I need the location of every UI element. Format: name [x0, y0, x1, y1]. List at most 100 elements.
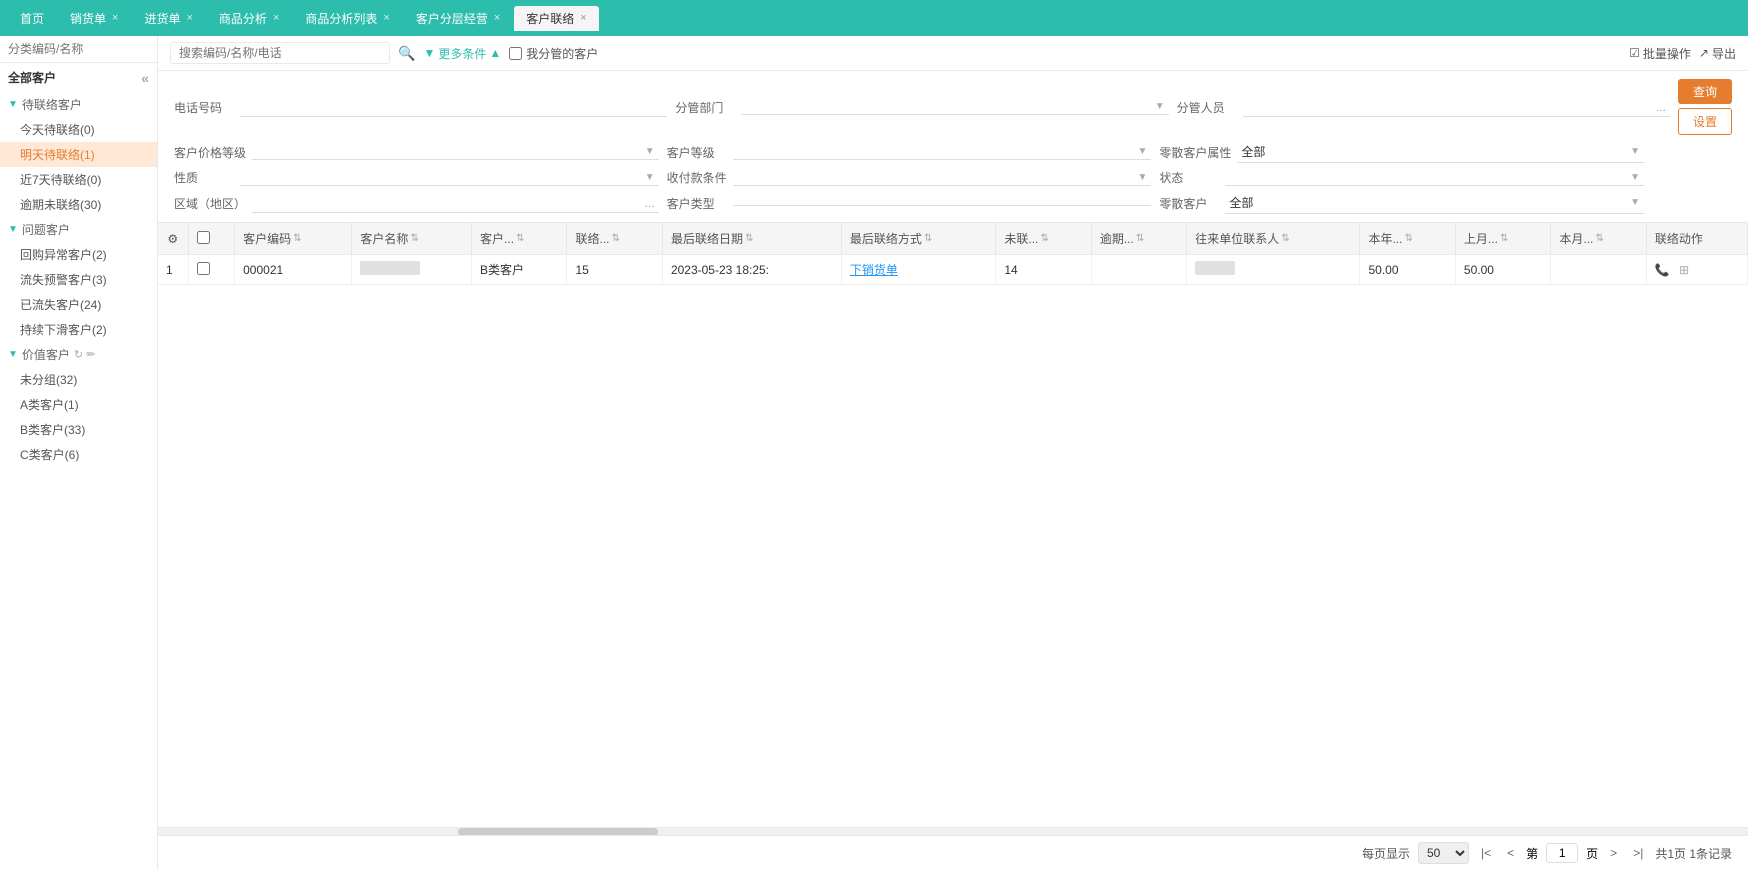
page-unit: 页 [1586, 845, 1598, 862]
nav-cust-contact-close-icon[interactable]: × [580, 12, 586, 24]
th-customer-type[interactable]: 客户... ⇅ [472, 223, 567, 255]
my-customers-checkbox-label[interactable]: 我分管的客户 [509, 45, 598, 62]
export-icon: ↗ [1699, 46, 1709, 60]
th-this-month[interactable]: 本月... ⇅ [1551, 223, 1646, 255]
th-contact-person[interactable]: 往来单位联系人 ⇅ [1187, 223, 1360, 255]
retail-customer-select[interactable]: 全部 ▼ [1225, 192, 1644, 214]
retail-attr-select[interactable]: 全部 ▼ [1237, 141, 1644, 163]
last-method-link[interactable]: 下销货单 [850, 263, 898, 277]
more-conditions-button[interactable]: ▼ 更多条件 ▲ [423, 45, 501, 62]
first-page-button[interactable]: |< [1477, 844, 1495, 862]
sidebar-value-group[interactable]: ▼ 价值客户 ↻ ✏ [0, 342, 157, 367]
filter-field-customer-level: 客户等级 ▼ [667, 144, 1152, 161]
th-customer-name[interactable]: 客户名称 ⇅ [352, 223, 472, 255]
region-ellipsis-icon[interactable]: ... [645, 196, 655, 210]
nav-sales-order[interactable]: 销货单 × [58, 6, 130, 31]
gear-icon[interactable]: ⚙ [167, 232, 178, 246]
page-number-input[interactable] [1546, 843, 1578, 863]
customer-type-select[interactable] [733, 201, 1152, 206]
customer-level-select[interactable]: ▼ [733, 144, 1152, 160]
td-unlinkable: 14 [996, 255, 1091, 285]
my-customers-checkbox[interactable] [509, 47, 522, 60]
overdue-pending-label: 逾期未联络(30) [20, 198, 101, 212]
sidebar-item-c-class[interactable]: C类客户(6) [0, 442, 157, 467]
sort-thismonth-icon: ⇅ [1595, 233, 1603, 244]
th-customer-code[interactable]: 客户编码 ⇅ [235, 223, 352, 255]
action-phone-icon[interactable]: 📞 [1655, 263, 1670, 277]
sidebar-item-7days-pending[interactable]: 近7天待联络(0) [0, 167, 157, 192]
th-last-contact-date[interactable]: 最后联络日期 ⇅ [662, 223, 841, 255]
nav-purchase-close-icon[interactable]: × [186, 12, 192, 24]
check-square-icon: ☑ [1629, 46, 1640, 60]
sidebar-item-overdue-pending[interactable]: 逾期未联络(30) [0, 192, 157, 217]
th-this-year[interactable]: 本年... ⇅ [1360, 223, 1455, 255]
nav-purchase-order[interactable]: 进货单 × [132, 6, 204, 31]
customer-table: ⚙ 客户编码 ⇅ 客户名称 [158, 223, 1748, 285]
nav-product-analysis-list[interactable]: 商品分析列表 × [293, 6, 401, 31]
sort-method-icon: ⇅ [924, 233, 932, 244]
th-contact-count[interactable]: 联络... ⇅ [567, 223, 662, 255]
filter-action-buttons: 查询 设置 [1678, 79, 1732, 135]
nav-cust-strat-close-icon[interactable]: × [494, 12, 500, 24]
sidebar-item-tomorrow-pending[interactable]: 明天待联络(1) [0, 142, 157, 167]
next-page-button[interactable]: > [1606, 844, 1621, 862]
sidebar-item-lost-warning[interactable]: 流失预警客户(3) [0, 267, 157, 292]
last-page-button[interactable]: >| [1629, 844, 1647, 862]
nature-select[interactable]: ▼ [240, 170, 659, 186]
payment-select[interactable]: ▼ [733, 170, 1152, 186]
sidebar-item-repurchase-abnormal[interactable]: 回购异常客户(2) [0, 242, 157, 267]
th-last-month[interactable]: 上月... ⇅ [1455, 223, 1550, 255]
sidebar-item-b-class[interactable]: B类客户(33) [0, 417, 157, 442]
value-group-label: 价值客户 [22, 346, 70, 363]
sidebar-item-declining[interactable]: 持续下滑客户(2) [0, 317, 157, 342]
th-overdue[interactable]: 逾期... ⇅ [1091, 223, 1186, 255]
query-button[interactable]: 查询 [1678, 79, 1732, 104]
nav-home-label: 首页 [20, 10, 44, 27]
nav-product-list-close-icon[interactable]: × [383, 12, 389, 24]
nav-product-analysis[interactable]: 商品分析 × [207, 6, 291, 31]
batch-operate-button[interactable]: ☑ 批量操作 [1629, 45, 1691, 62]
c-class-label: C类客户(6) [20, 448, 79, 462]
filter-search-button[interactable]: 🔍 [398, 45, 415, 62]
total-info: 共1页 1条记录 [1655, 845, 1732, 862]
prev-page-button[interactable]: < [1503, 844, 1518, 862]
page-size-select[interactable]: 50 100 [1418, 842, 1469, 864]
nav-home[interactable]: 首页 [8, 6, 56, 31]
nav-product-close-icon[interactable]: × [273, 12, 279, 24]
filter-search-input[interactable] [170, 42, 390, 64]
select-all-checkbox[interactable] [197, 231, 210, 244]
sort-contact-icon: ⇅ [612, 233, 620, 244]
price-level-select[interactable]: ▼ [252, 144, 659, 160]
nav-sales-close-icon[interactable]: × [112, 12, 118, 24]
sidebar: 🔍 全部客户 « ▼ 待联络客户 今天待联络(0) 明天待联络(1) 近7天待联… [0, 36, 158, 870]
region-select[interactable]: ... [252, 194, 659, 213]
sidebar-pending-group[interactable]: ▼ 待联络客户 [0, 92, 157, 117]
th-unlinkable[interactable]: 未联... ⇅ [996, 223, 1091, 255]
filter-field-payment: 收付款条件 ▼ [667, 169, 1152, 186]
sidebar-item-ungrouped[interactable]: 未分组(32) [0, 367, 157, 392]
sidebar-all-customers[interactable]: 全部客户 « [0, 63, 157, 92]
sidebar-item-a-class[interactable]: A类客户(1) [0, 392, 157, 417]
retail-customer-label: 零散客户 [1159, 195, 1219, 212]
my-customers-label: 我分管的客户 [526, 45, 598, 62]
dept-select[interactable]: ▼ [741, 99, 1168, 115]
td-last-method[interactable]: 下销货单 [841, 255, 996, 285]
phone-input[interactable] [240, 98, 667, 117]
manager-ellipsis-icon[interactable]: ... [1656, 100, 1666, 114]
manager-select[interactable]: ... [1243, 98, 1670, 117]
sidebar-problem-group[interactable]: ▼ 问题客户 [0, 217, 157, 242]
settings-button[interactable]: 设置 [1678, 108, 1732, 135]
td-code: 000021 [235, 255, 352, 285]
nav-customer-stratification[interactable]: 客户分层经营 × [404, 6, 512, 31]
sidebar-search-input[interactable] [8, 42, 158, 56]
th-last-contact-method[interactable]: 最后联络方式 ⇅ [841, 223, 996, 255]
sidebar-item-today-pending[interactable]: 今天待联络(0) [0, 117, 157, 142]
export-button[interactable]: ↗ 导出 [1699, 45, 1736, 62]
status-select[interactable]: ▼ [1225, 170, 1644, 186]
row-checkbox[interactable] [197, 262, 210, 275]
nav-customer-contact[interactable]: 客户联络 × [514, 6, 598, 31]
sidebar-item-lost[interactable]: 已流失客户(24) [0, 292, 157, 317]
horizontal-scrollbar[interactable] [158, 827, 1748, 835]
repurchase-label: 回购异常客户(2) [20, 248, 107, 262]
action-grid-icon[interactable]: ⊞ [1679, 263, 1689, 277]
